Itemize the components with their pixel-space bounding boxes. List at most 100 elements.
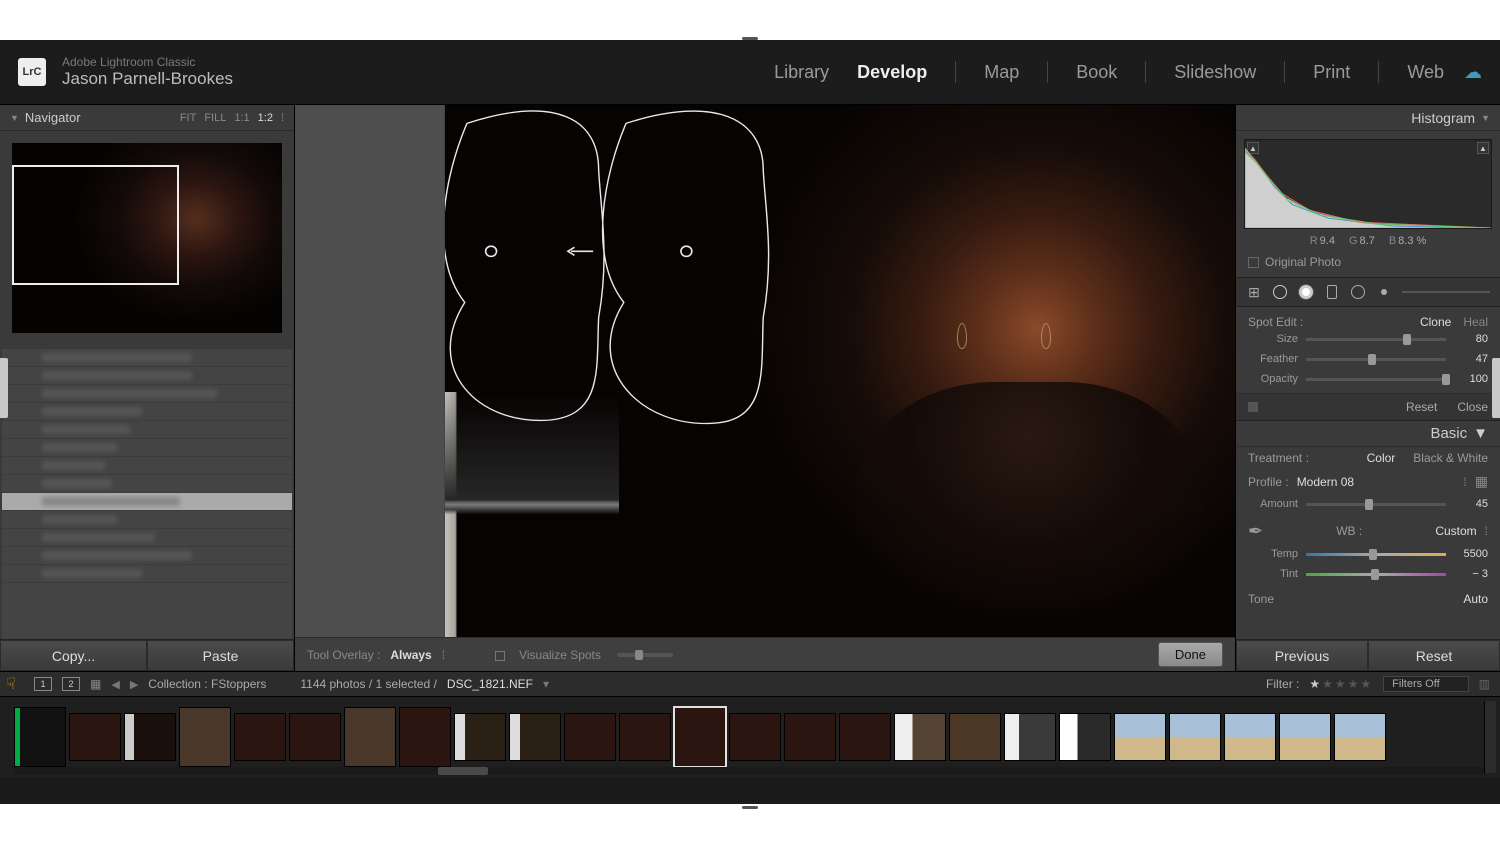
spot-opacity-slider[interactable]: Opacity 100 [1248,369,1488,389]
filmstrip-thumb[interactable] [1059,713,1111,761]
spot-close-button[interactable]: Close [1457,400,1488,414]
wb-preset-picker[interactable]: Custom [1435,524,1476,538]
wb-caret-icon[interactable]: ⁞ [1485,524,1488,538]
folders-panel[interactable] [2,349,292,639]
breadcrumb[interactable]: Collection : FStoppers [148,677,266,691]
gradient-tool-icon[interactable] [1350,284,1366,300]
profile-picker[interactable]: Modern 08 [1297,475,1456,489]
filmstrip-thumb[interactable] [124,713,176,761]
done-button[interactable]: Done [1158,642,1223,667]
left-panel-handle[interactable] [0,358,8,418]
module-book[interactable]: Book [1076,62,1117,83]
second-window-icon[interactable]: 2 [62,677,80,691]
filmstrip-thumb[interactable] [399,707,451,767]
filmstrip-thumb[interactable] [14,707,66,767]
filename-caret-icon[interactable]: ▾ [543,677,549,691]
filmstrip-thumb[interactable] [729,713,781,761]
filmstrip-thumb[interactable] [179,707,231,767]
module-map[interactable]: Map [984,62,1019,83]
filmstrip-thumb[interactable] [234,713,286,761]
wb-dropper-icon[interactable]: ✒ [1248,522,1263,540]
filmstrip-thumb[interactable] [1279,713,1331,761]
nav-back-icon[interactable]: ◀ [111,678,119,691]
filmstrip-thumb[interactable] [564,713,616,761]
profile-browser-icon[interactable]: ▦ [1475,473,1488,490]
filmstrip-thumb[interactable] [454,713,506,761]
spot-tool-active-icon[interactable] [1298,284,1314,300]
filmstrip-thumb[interactable] [509,713,561,761]
right-panel-handle[interactable] [1492,358,1500,418]
paste-button[interactable]: Paste [147,640,294,671]
reset-button[interactable]: Reset [1368,640,1500,671]
identity-plate[interactable]: Jason Parnell-Brookes [62,69,233,89]
filmstrip[interactable] [0,697,1500,777]
grid-view-icon[interactable]: ▦ [90,677,101,691]
filmstrip-thumb[interactable] [1224,713,1276,761]
navigator-preview[interactable] [12,143,282,333]
filmstrip-thumb[interactable] [1004,713,1056,761]
filmstrip-thumb[interactable] [1169,713,1221,761]
histogram[interactable]: ▲ ▲ [1244,139,1492,229]
spot-reset-button[interactable]: Reset [1406,400,1437,414]
basic-panel-header[interactable]: Basic▼ [1236,421,1500,447]
visualize-checkbox[interactable] [495,651,505,661]
filmstrip-thumb[interactable] [1114,713,1166,761]
previous-button[interactable]: Previous [1236,640,1368,671]
profile-caret-icon[interactable]: ⁞ [1463,475,1466,489]
filmstrip-thumb[interactable] [949,713,1001,761]
filter-preset-picker[interactable]: Filters Off [1383,676,1468,692]
main-window-icon[interactable]: 1 [34,677,52,691]
filmstrip-scrollbar[interactable] [14,767,1486,775]
filmstrip-scroll-thumb[interactable] [438,767,488,775]
navigator-header[interactable]: ▼ Navigator FIT FILL 1:1 1:2 ⁞ [0,105,294,131]
filmstrip-thumb[interactable] [1334,713,1386,761]
zoom-more-icon[interactable]: ⁞ [281,112,284,124]
temp-slider[interactable]: Temp 5500 [1248,544,1488,564]
treatment-bw[interactable]: Black & White [1413,451,1488,465]
zoom-fit[interactable]: FIT [180,112,197,124]
copy-button[interactable]: Copy... [0,640,147,671]
tint-slider[interactable]: Tint − 3 [1248,564,1488,584]
filmstrip-thumb[interactable] [894,713,946,761]
brush-tool-icon[interactable] [1376,284,1392,300]
spot-feather-slider[interactable]: Feather 47 [1248,349,1488,369]
histogram-header[interactable]: Histogram▼ [1236,105,1500,131]
spot-mode-heal[interactable]: Heal [1463,315,1488,329]
filmstrip-thumb[interactable] [784,713,836,761]
crop-tool-icon[interactable]: ⊞ [1246,284,1262,300]
module-slideshow[interactable]: Slideshow [1174,62,1256,83]
auto-tone-button[interactable]: Auto [1463,592,1488,606]
zoom-fill[interactable]: FILL [204,112,226,124]
zoom-1-1[interactable]: 1:1 [234,112,249,124]
tool-overlay-value[interactable]: Always [390,648,431,662]
left-panel: ▼ Navigator FIT FILL 1:1 1:2 ⁞ [0,105,295,671]
visualize-slider[interactable] [617,653,673,657]
profile-amount-slider[interactable]: Amount 45 [1248,494,1488,514]
redeye-tool-icon[interactable] [1324,284,1340,300]
nav-fwd-icon[interactable]: ▶ [130,678,138,691]
zoom-1-2[interactable]: 1:2 [258,112,273,124]
spot-mode-clone[interactable]: Clone [1420,315,1451,329]
module-develop[interactable]: Develop [857,62,927,83]
panel-switch-icon[interactable] [1248,402,1258,412]
filmstrip-thumb[interactable] [69,713,121,761]
filter-stars[interactable]: ★★★★★ [1309,677,1373,691]
filter-lock-icon[interactable]: ▥ [1479,677,1490,691]
original-photo-toggle[interactable]: Original Photo [1236,253,1500,277]
filmstrip-thumb[interactable] [344,707,396,767]
filmstrip-thumb[interactable] [839,713,891,761]
navigator-viewport-frame[interactable] [12,165,179,285]
module-web[interactable]: Web [1407,62,1444,83]
filmstrip-thumb-selected[interactable] [674,707,726,767]
filmstrip-thumb[interactable] [619,713,671,761]
cloud-sync-icon[interactable]: ☁ [1464,62,1482,83]
filmstrip-thumb[interactable] [289,713,341,761]
module-print[interactable]: Print [1313,62,1350,83]
treatment-color[interactable]: Color [1367,451,1396,465]
spot-tool-icon[interactable] [1272,284,1288,300]
image-canvas[interactable] [445,105,1235,637]
spot-size-slider[interactable]: Size 80 [1248,329,1488,349]
overlay-caret-icon[interactable]: ⁞ [442,648,445,662]
spot-removal-overlay[interactable] [445,105,1235,637]
module-library[interactable]: Library [774,62,829,83]
